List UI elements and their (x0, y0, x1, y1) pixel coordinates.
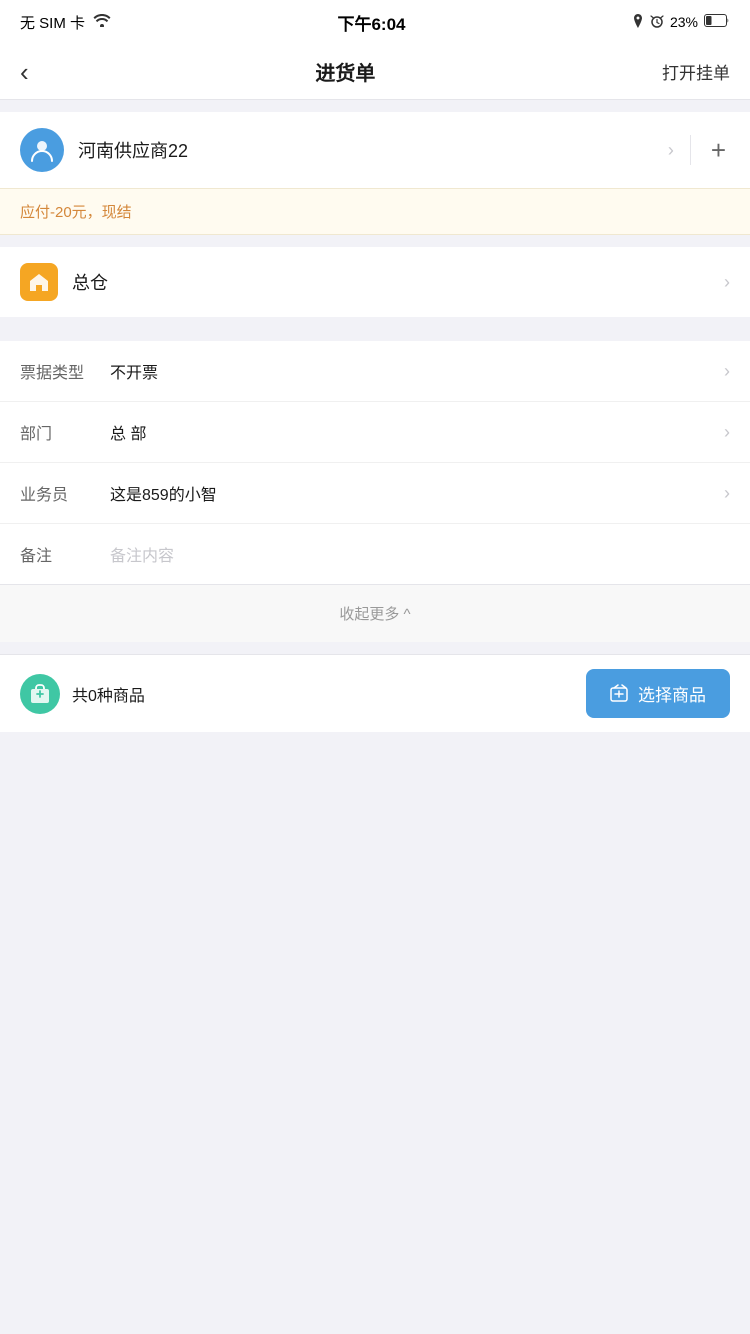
alarm-icon (650, 14, 664, 31)
dept-label: 部门 (20, 420, 100, 444)
dept-row[interactable]: 部门 总 部 › (0, 402, 750, 463)
status-left: 无 SIM 卡 (20, 12, 111, 33)
remark-row[interactable]: 备注 备注内容 (0, 524, 750, 584)
collapse-row[interactable]: 收起更多 ^ (0, 584, 750, 642)
back-button[interactable]: ‹ (20, 59, 29, 85)
supplier-row[interactable]: 河南供应商22 › + (0, 112, 750, 188)
warehouse-card[interactable]: 总仓 › (0, 247, 750, 317)
product-icon (20, 674, 60, 714)
supplier-name: 河南供应商22 (78, 137, 668, 163)
supplier-avatar (20, 128, 64, 172)
select-product-label: 选择商品 (638, 681, 706, 706)
carrier-text: 无 SIM 卡 (20, 12, 85, 33)
section-gap-1 (0, 100, 750, 112)
wifi-icon (93, 13, 111, 31)
salesperson-value: 这是859的小智 (100, 481, 724, 505)
nav-bar: ‹ 进货单 打开挂单 (0, 44, 750, 100)
open-pending-button[interactable]: 打开挂单 (662, 59, 730, 84)
location-icon (632, 14, 644, 31)
invoice-value: 不开票 (100, 359, 724, 383)
notice-banner: 应付-20元，现结 (0, 188, 750, 235)
select-product-button[interactable]: 选择商品 (586, 669, 730, 718)
salesperson-chevron-icon: › (724, 483, 730, 504)
status-time: 下午6:04 (337, 10, 405, 35)
section-gap-2 (0, 235, 750, 247)
warehouse-icon (20, 263, 58, 301)
bottom-bar: 共0种商品 选择商品 (0, 654, 750, 732)
form-section: 票据类型 不开票 › 部门 总 部 › 业务员 这是859的小智 › 备注 备注… (0, 341, 750, 584)
supplier-card: 河南供应商22 › + 应付-20元，现结 (0, 112, 750, 235)
invoice-label: 票据类型 (20, 359, 100, 383)
vertical-divider (690, 135, 691, 165)
invoice-row[interactable]: 票据类型 不开票 › (0, 341, 750, 402)
invoice-chevron-icon: › (724, 361, 730, 382)
battery-text: 23% (670, 14, 698, 30)
add-supplier-button[interactable]: + (707, 133, 730, 167)
dept-chevron-icon: › (724, 422, 730, 443)
section-gap-3 (0, 317, 750, 329)
dept-value: 总 部 (100, 420, 724, 444)
salesperson-row[interactable]: 业务员 这是859的小智 › (0, 463, 750, 524)
collapse-text: 收起更多 ^ (339, 606, 410, 623)
battery-icon (704, 14, 730, 30)
salesperson-label: 业务员 (20, 481, 100, 505)
warehouse-row[interactable]: 总仓 › (0, 247, 750, 317)
remark-input[interactable]: 备注内容 (100, 542, 730, 566)
supplier-chevron-icon: › (668, 140, 674, 161)
page-title: 进货单 (315, 57, 375, 86)
status-right: 23% (632, 14, 730, 31)
notice-text: 应付-20元，现结 (20, 204, 132, 221)
remark-label: 备注 (20, 542, 100, 566)
warehouse-chevron-icon: › (724, 272, 730, 293)
status-bar: 无 SIM 卡 下午6:04 23% (0, 0, 750, 44)
warehouse-name: 总仓 (72, 269, 724, 295)
select-product-icon (610, 684, 630, 704)
product-count: 共0种商品 (72, 682, 586, 706)
content-background (0, 732, 750, 1032)
